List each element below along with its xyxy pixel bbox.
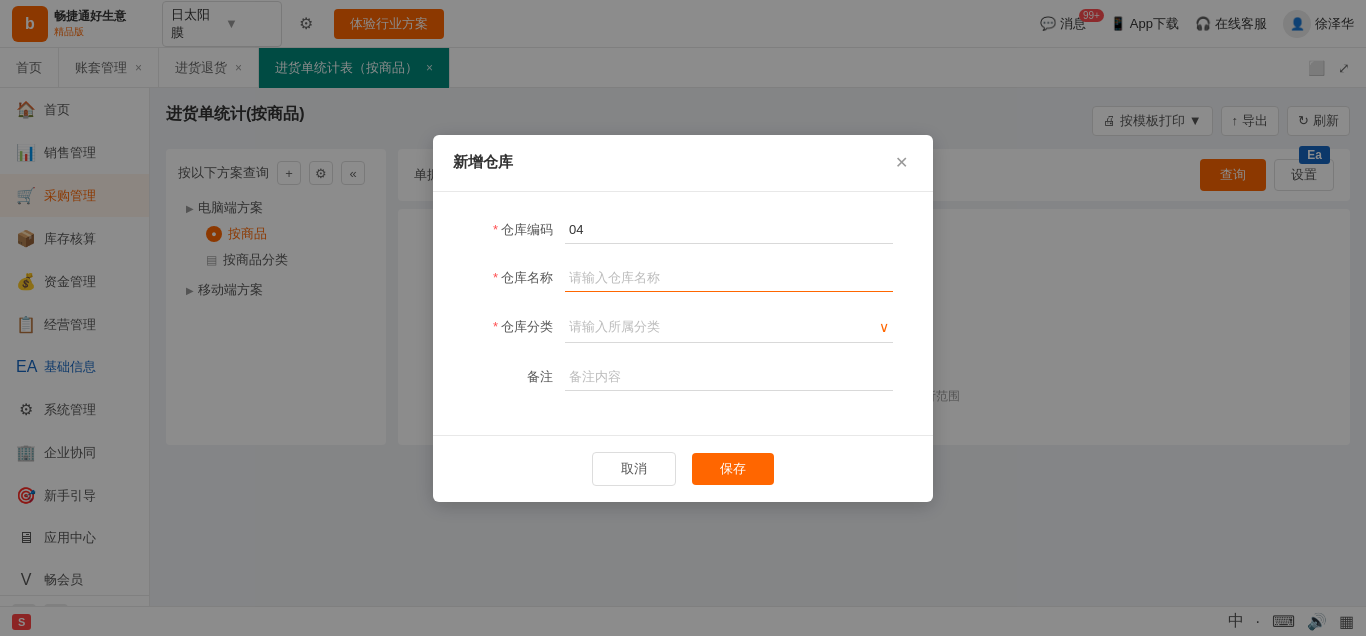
warehouse-category-select[interactable]: 请输入所属分类 ∨ bbox=[565, 312, 893, 343]
form-row-remarks: 备注 bbox=[473, 363, 893, 391]
warehouse-code-input[interactable] bbox=[565, 216, 893, 244]
warehouse-name-label: 仓库名称 bbox=[473, 269, 553, 287]
cancel-button[interactable]: 取消 bbox=[592, 452, 676, 486]
warehouse-category-placeholder: 请输入所属分类 bbox=[569, 318, 879, 336]
modal-overlay[interactable]: 新增仓库 ✕ 仓库编码 仓库名称 仓库分类 请输入所属分类 ∨ bbox=[0, 0, 1366, 636]
remarks-label: 备注 bbox=[473, 368, 553, 386]
form-row-code: 仓库编码 bbox=[473, 216, 893, 244]
modal-dialog: 新增仓库 ✕ 仓库编码 仓库名称 仓库分类 请输入所属分类 ∨ bbox=[433, 135, 933, 502]
remarks-input[interactable] bbox=[565, 363, 893, 391]
modal-footer: 取消 保存 bbox=[433, 435, 933, 502]
warehouse-code-label: 仓库编码 bbox=[473, 221, 553, 239]
modal-title: 新增仓库 bbox=[453, 153, 513, 172]
warehouse-name-input[interactable] bbox=[565, 264, 893, 292]
modal-header: 新增仓库 ✕ bbox=[433, 135, 933, 192]
form-row-category: 仓库分类 请输入所属分类 ∨ bbox=[473, 312, 893, 343]
save-button[interactable]: 保存 bbox=[692, 453, 774, 485]
modal-close-button[interactable]: ✕ bbox=[889, 151, 913, 175]
form-row-name: 仓库名称 bbox=[473, 264, 893, 292]
warehouse-category-label: 仓库分类 bbox=[473, 318, 553, 336]
category-dropdown-arrow: ∨ bbox=[879, 319, 889, 335]
modal-body: 仓库编码 仓库名称 仓库分类 请输入所属分类 ∨ 备注 bbox=[433, 192, 933, 435]
